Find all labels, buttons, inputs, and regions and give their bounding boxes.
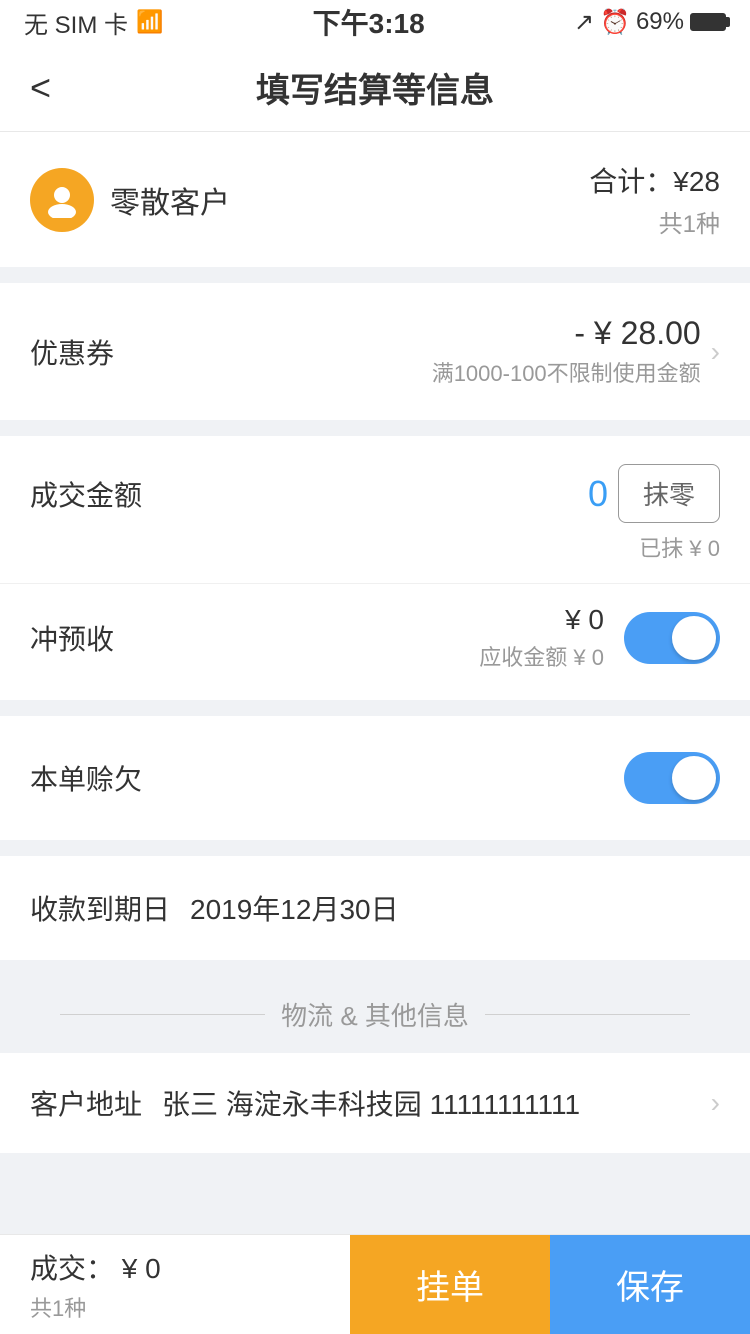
status-right: ↗ ⏰ 69% [574, 8, 726, 37]
avatar [30, 168, 94, 232]
debt-section: 本单赊欠 [0, 716, 750, 840]
debt-toggle-knob [672, 756, 716, 800]
page-title: 填写结算等信息 [256, 63, 494, 112]
address-section[interactable]: 客户地址 张三 海淀永丰科技园 11111111111 › [0, 1053, 750, 1153]
transaction-right: 0 抹零 [588, 464, 720, 523]
customer-info: 零散客户 [30, 168, 230, 232]
debt-label: 本单赊欠 [30, 758, 142, 798]
battery-icon [690, 13, 726, 31]
bottom-summary: 成交： ¥ 0 共1种 [0, 1247, 350, 1323]
bottom-deal-amount: ¥ 0 [122, 1253, 161, 1284]
total-count: 共1种 [589, 204, 720, 239]
total-amount: 合计：¥28 [589, 160, 720, 200]
customer-name: 零散客户 [110, 178, 230, 222]
hold-button[interactable]: 挂单 [350, 1235, 550, 1334]
address-value: 张三 海淀永丰科技园 11111111111 [162, 1083, 691, 1123]
duedate-section: 收款到期日 2019年12月30日 [0, 856, 750, 960]
alarm-icon: ⏰ [600, 8, 630, 37]
divider-section: 物流 & 其他信息 [0, 976, 750, 1053]
bottom-deal-label: 成交： [30, 1253, 114, 1284]
status-carrier-wifi: 无 SIM 卡 📶 [24, 5, 163, 40]
wifi-icon: 📶 [136, 9, 163, 35]
address-chevron-icon: › [711, 1087, 720, 1119]
customer-total: 合计：¥28 共1种 [589, 160, 720, 239]
customer-row: 零散客户 合计：¥28 共1种 [0, 132, 750, 267]
battery-percent: 69% [636, 8, 684, 36]
debt-toggle[interactable] [624, 752, 720, 804]
coupon-right: - ¥ 28.00 满1000-100不限制使用金额 › [432, 315, 720, 388]
status-bar: 无 SIM 卡 📶 下午3:18 ↗ ⏰ 69% [0, 0, 750, 44]
chevron-right-icon: › [711, 336, 720, 368]
back-button[interactable]: < [30, 67, 51, 109]
duedate-row: 收款到期日 2019年12月30日 [30, 888, 720, 928]
coupon-amount: - ¥ 28.00 [432, 315, 701, 352]
prepayment-receivable: 应收金额 ¥ 0 [479, 640, 604, 672]
divider-bar-left [60, 1014, 265, 1015]
prepayment-amounts: ¥ 0 应收金额 ¥ 0 [479, 604, 604, 672]
coupon-section[interactable]: 优惠券 - ¥ 28.00 满1000-100不限制使用金额 › [0, 283, 750, 420]
prepayment-label: 冲预收 [30, 618, 114, 658]
prepayment-row: 冲预收 ¥ 0 应收金额 ¥ 0 [0, 583, 750, 700]
status-time: 下午3:18 [313, 2, 425, 42]
coupon-row[interactable]: 优惠券 - ¥ 28.00 满1000-100不限制使用金额 › [0, 283, 750, 420]
address-row[interactable]: 客户地址 张三 海淀永丰科技园 11111111111 › [0, 1053, 750, 1153]
divider-text: 物流 & 其他信息 [281, 996, 469, 1033]
transaction-section: 成交金额 0 抹零 已抹 ¥ 0 冲预收 ¥ 0 应收金额 ¥ 0 [0, 436, 750, 700]
bottom-count: 共1种 [30, 1291, 320, 1323]
transaction-label: 成交金额 [30, 474, 142, 514]
transaction-value[interactable]: 0 [588, 473, 608, 515]
prepayment-right: ¥ 0 应收金额 ¥ 0 [479, 604, 720, 672]
duedate-label: 收款到期日 [30, 888, 170, 928]
nav-bar: < 填写结算等信息 [0, 44, 750, 132]
round-button[interactable]: 抹零 [618, 464, 720, 523]
divider-bar-right [485, 1014, 690, 1015]
prepayment-toggle[interactable] [624, 612, 720, 664]
customer-section: 零散客户 合计：¥28 共1种 [0, 132, 750, 267]
coupon-detail: - ¥ 28.00 满1000-100不限制使用金额 [432, 315, 701, 388]
coupon-desc: 满1000-100不限制使用金额 [432, 356, 701, 388]
transaction-row: 成交金额 0 抹零 [0, 436, 750, 531]
bottom-deal-row: 成交： ¥ 0 [30, 1247, 320, 1287]
address-label: 客户地址 [30, 1083, 142, 1123]
duedate-value: 2019年12月30日 [190, 888, 399, 928]
divider-line: 物流 & 其他信息 [30, 996, 720, 1033]
save-button[interactable]: 保存 [550, 1235, 750, 1334]
carrier-text: 无 SIM 卡 [24, 5, 128, 40]
location-icon: ↗ [574, 8, 594, 37]
prepayment-amount: ¥ 0 [479, 604, 604, 636]
coupon-label: 优惠券 [30, 332, 114, 372]
bottom-bar: 成交： ¥ 0 共1种 挂单 保存 [0, 1234, 750, 1334]
toggle-knob [672, 616, 716, 660]
already-deducted: 已抹 ¥ 0 [0, 531, 750, 583]
